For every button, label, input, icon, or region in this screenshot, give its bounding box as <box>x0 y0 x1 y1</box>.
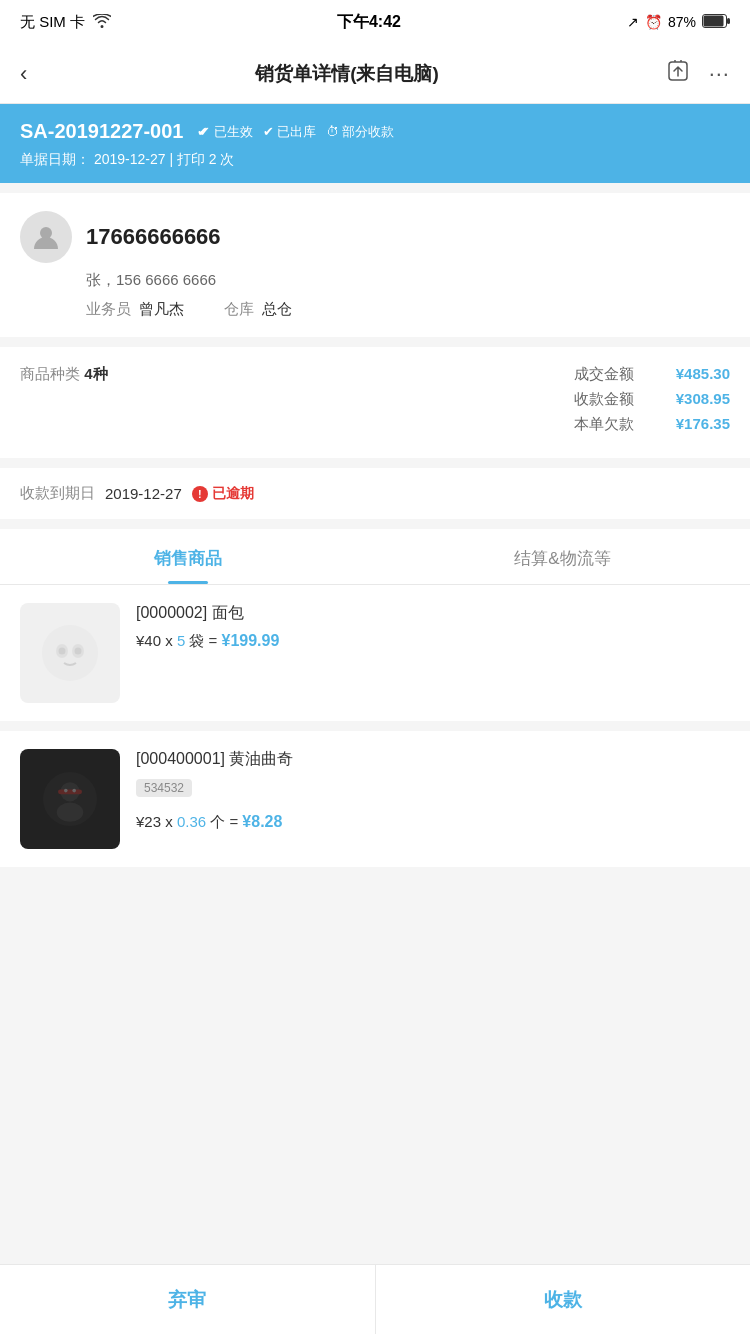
product-price: ¥40 x 5 袋 = ¥199.99 <box>136 632 730 651</box>
status-bar: 无 SIM 卡 下午4:42 ↗ ⏰ 87% <box>0 0 750 44</box>
svg-point-14 <box>64 789 68 793</box>
header-banner: SA-20191227-001 ✔ ✔ 已生效 ✔ 已出库 ⏱ 部分收款 单据日… <box>0 104 750 183</box>
badge-partial: ⏱ 部分收款 <box>326 123 394 141</box>
customer-avatar <box>20 211 72 263</box>
badge-effective: ✔ ✔ 已生效 <box>197 123 253 141</box>
summary-category: 商品种类 4种 <box>20 365 108 384</box>
product-code-2: [000400001] <box>136 750 225 767</box>
svg-point-5 <box>42 625 98 681</box>
debt-row: 本单欠款 ¥176.35 <box>574 415 730 434</box>
status-time: 下午4:42 <box>337 12 401 33</box>
product-image-2 <box>20 749 120 849</box>
category-value: 4种 <box>84 365 107 382</box>
svg-point-12 <box>57 803 83 822</box>
unit-price-2: ¥23 <box>136 813 161 830</box>
alarm-icon: ⏰ <box>645 14 662 30</box>
svg-rect-2 <box>727 18 730 24</box>
tabs-section: 销售商品 结算&物流等 <box>0 529 750 585</box>
product-info: [0000002] 面包 ¥40 x 5 袋 = ¥199.99 <box>136 603 730 651</box>
amount-value: ¥485.30 <box>650 365 730 384</box>
wifi-icon <box>93 14 111 31</box>
svg-point-15 <box>72 789 76 793</box>
warehouse-value: 总仓 <box>262 300 292 319</box>
due-date-section: 收款到期日 2019-12-27 ! 已逾期 <box>0 468 750 519</box>
nav-actions: ··· <box>667 60 730 87</box>
print-info: | 打印 2 次 <box>169 151 234 167</box>
product-image <box>20 603 120 703</box>
battery-level: 87% <box>668 14 696 30</box>
share-button[interactable] <box>667 60 689 87</box>
tab-sales-products[interactable]: 销售商品 <box>0 529 375 584</box>
more-button[interactable]: ··· <box>709 61 730 87</box>
product-info-2: [000400001] 黄油曲奇 534532 ¥23 x 0.36 个 = ¥… <box>136 749 730 832</box>
warehouse-label: 仓库 <box>224 300 254 319</box>
bottom-bar: 弃审 收款 <box>0 1264 750 1334</box>
product-name-2: [000400001] 黄油曲奇 <box>136 749 730 770</box>
sales-person: 业务员 曾凡杰 <box>86 300 184 319</box>
clock-icon: ⏱ <box>326 124 339 139</box>
received-row: 收款金额 ¥308.95 <box>574 390 730 409</box>
back-button[interactable]: ‹ <box>20 61 27 87</box>
product-price-2: ¥23 x 0.36 个 = ¥8.28 <box>136 813 730 832</box>
amount-label: 成交金额 <box>574 365 634 384</box>
due-label: 收款到期日 <box>20 484 95 503</box>
check-icon2: ✔ <box>263 124 274 139</box>
product-title: 面包 <box>212 604 244 621</box>
debt-label: 本单欠款 <box>574 415 634 434</box>
products-list: [0000002] 面包 ¥40 x 5 袋 = ¥199.99 <box>0 585 750 957</box>
customer-phone: 17666666666 <box>86 224 221 250</box>
confirm-button[interactable]: 收款 <box>376 1265 751 1334</box>
product-qty-2: 0.36 <box>177 813 206 830</box>
sales-label: 业务员 <box>86 300 131 319</box>
customer-name-phone: 张，156 6666 6666 <box>20 271 730 290</box>
svg-rect-1 <box>703 15 723 26</box>
list-item: [000400001] 黄油曲奇 534532 ¥23 x 0.36 个 = ¥… <box>0 731 750 867</box>
due-date-value: 2019-12-27 <box>105 485 182 502</box>
tab-settlement[interactable]: 结算&物流等 <box>375 529 750 584</box>
product-name: [0000002] 面包 <box>136 603 730 624</box>
sim-status: 无 SIM 卡 <box>20 13 85 32</box>
svg-point-8 <box>59 648 66 655</box>
category-label: 商品种类 <box>20 365 80 382</box>
product-total: ¥199.99 <box>222 632 280 649</box>
customer-section: 17666666666 张，156 6666 6666 业务员 曾凡杰 仓库 总… <box>0 193 750 337</box>
product-qty: 5 <box>177 632 185 649</box>
debt-value: ¥176.35 <box>650 415 730 434</box>
cancel-button[interactable]: 弃审 <box>0 1265 376 1334</box>
order-id: SA-20191227-001 <box>20 120 183 143</box>
order-badges: ✔ ✔ 已生效 ✔ 已出库 ⏱ 部分收款 <box>197 123 394 141</box>
overdue-dot-icon: ! <box>192 486 208 502</box>
status-right: ↗ ⏰ 87% <box>627 14 730 31</box>
page-title: 销货单详情(来自电脑) <box>255 61 439 87</box>
received-label: 收款金额 <box>574 390 634 409</box>
summary-amounts: 成交金额 ¥485.30 收款金额 ¥308.95 本单欠款 ¥176.35 <box>574 365 730 440</box>
warehouse: 仓库 总仓 <box>224 300 292 319</box>
location-icon: ↗ <box>627 14 639 30</box>
status-left: 无 SIM 卡 <box>20 13 111 32</box>
order-date: 2019-12-27 <box>94 151 166 167</box>
product-code: [0000002] <box>136 604 207 621</box>
overdue-text: 已逾期 <box>212 485 254 503</box>
product-tag: 534532 <box>136 779 192 797</box>
badge-delivered: ✔ 已出库 <box>263 123 316 141</box>
product-unit: 袋 <box>189 632 204 649</box>
list-item: [0000002] 面包 ¥40 x 5 袋 = ¥199.99 <box>0 585 750 721</box>
product-unit-2: 个 <box>210 813 225 830</box>
sales-value: 曾凡杰 <box>139 300 184 319</box>
product-title-2: 黄油曲奇 <box>229 750 293 767</box>
nav-bar: ‹ 销货单详情(来自电脑) ··· <box>0 44 750 104</box>
received-value: ¥308.95 <box>650 390 730 409</box>
order-date-row: 单据日期： 2019-12-27 | 打印 2 次 <box>20 151 730 169</box>
date-label: 单据日期： <box>20 151 90 167</box>
overdue-badge: ! 已逾期 <box>192 485 254 503</box>
unit-price: ¥40 <box>136 632 161 649</box>
svg-rect-13 <box>58 789 82 794</box>
battery-icon <box>702 14 730 31</box>
svg-point-9 <box>75 648 82 655</box>
customer-meta: 业务员 曾凡杰 仓库 总仓 <box>20 300 730 319</box>
amount-row: 成交金额 ¥485.30 <box>574 365 730 384</box>
summary-section: 商品种类 4种 成交金额 ¥485.30 收款金额 ¥308.95 本单欠款 ¥… <box>0 347 750 458</box>
product-total-2: ¥8.28 <box>242 813 282 830</box>
